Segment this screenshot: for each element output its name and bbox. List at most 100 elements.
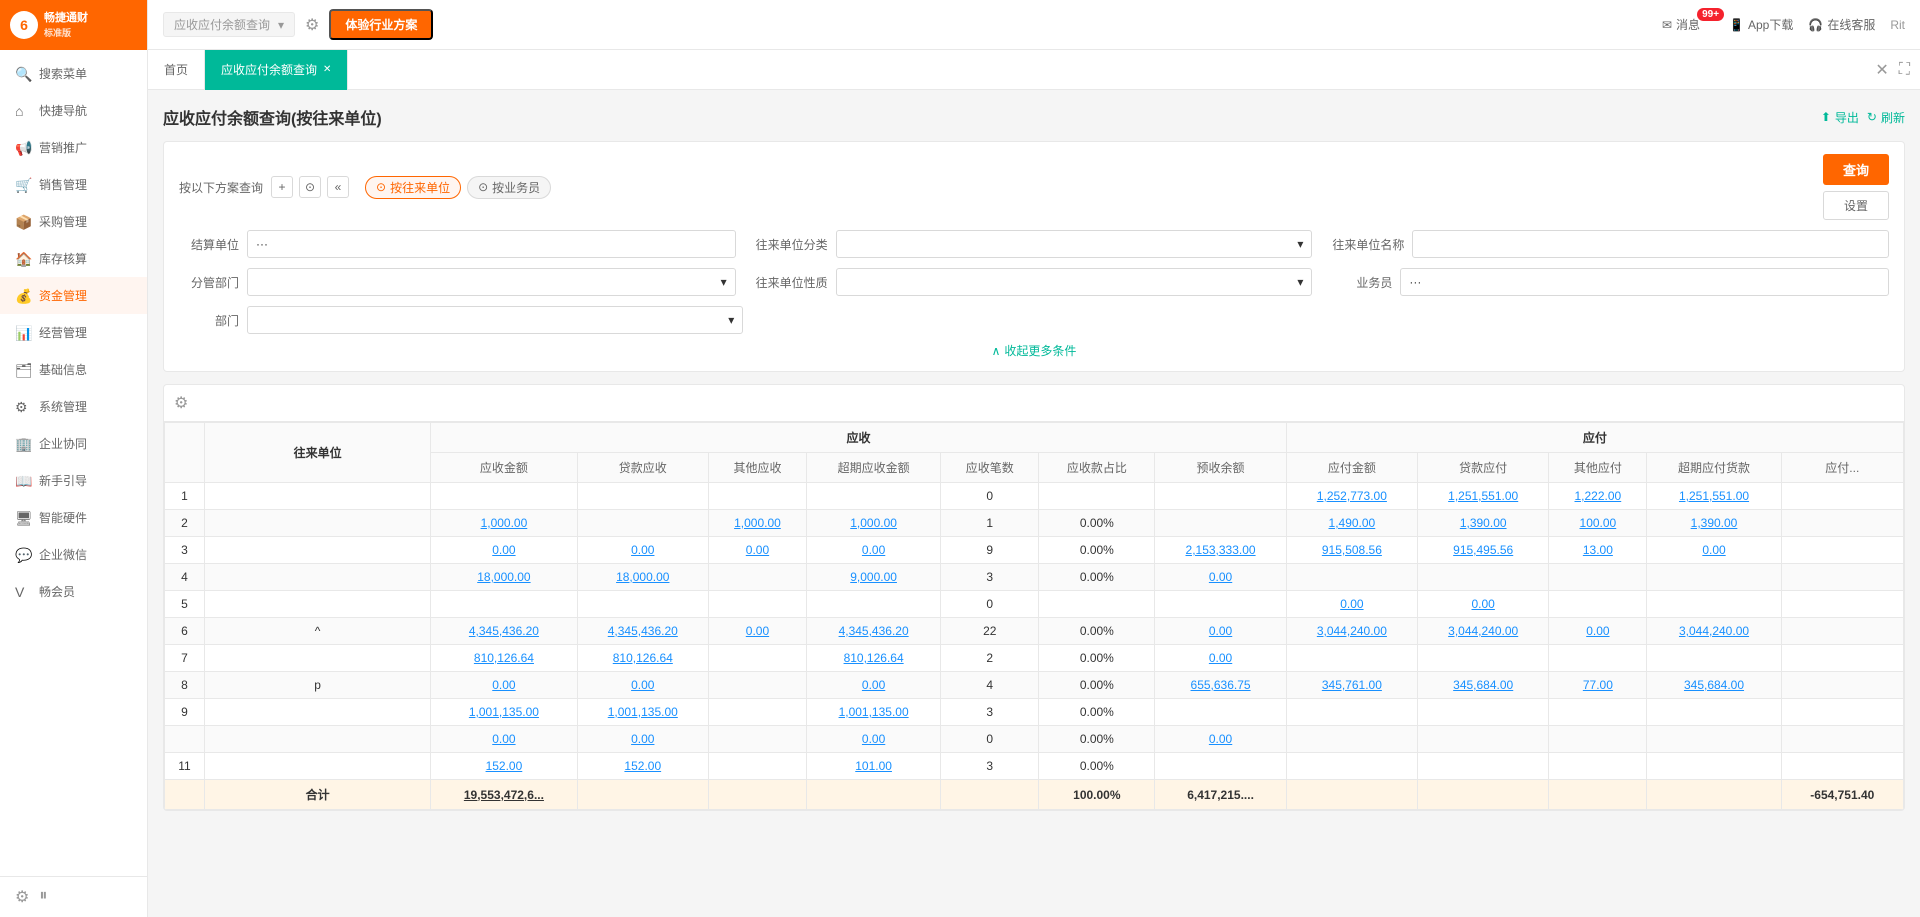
- data-table: 往来单位 应收 应付 应收金额 贷款应收 其他应收 超期应收金额 应收笔数 应收…: [164, 422, 1904, 810]
- cell-ap_overdue: [1647, 645, 1781, 672]
- sidebar-item-guide[interactable]: 📖 新手引导: [0, 462, 147, 499]
- cell-ar_other: [708, 753, 806, 780]
- cell-ar_amount: 0.00: [431, 726, 577, 753]
- dept-input[interactable]: ▾: [247, 268, 736, 296]
- cell-ap_amount: [1286, 645, 1417, 672]
- sidebar-menu: 🔍 搜索菜单 ⌂ 快捷导航 📢 营销推广 🛒 销售管理 📦 采购管理 🏠 库存核…: [0, 50, 147, 876]
- scheme-tag-salesman[interactable]: ⊙ 按业务员: [467, 176, 551, 199]
- scheme-label: 按以下方案查询: [179, 179, 263, 196]
- sidebar-item-basic[interactable]: 🗂 基础信息: [0, 351, 147, 388]
- app-download-button[interactable]: 📱 App下载: [1729, 16, 1793, 33]
- cell-ar_overdue: 101.00: [806, 753, 940, 780]
- cell-ap_overdue: 0.00: [1647, 537, 1781, 564]
- unit-category-input[interactable]: ▾: [836, 230, 1313, 258]
- cell-ap_overdue: 3,044,240.00: [1647, 618, 1781, 645]
- cell-unit: [205, 699, 431, 726]
- unit-nature-input[interactable]: ▾: [836, 268, 1313, 296]
- system-icon: ⚙: [15, 399, 31, 415]
- sidebar-item-purchase-label: 采购管理: [39, 213, 87, 230]
- tab-expand-icon[interactable]: ⛶: [1899, 61, 1910, 79]
- table-row: 91,001,135.001,001,135.001,001,135.0030.…: [165, 699, 1904, 726]
- cell-ap_overdue: [1647, 591, 1781, 618]
- sidebar-item-sales[interactable]: 🛒 销售管理: [0, 166, 147, 203]
- query-button[interactable]: 查询: [1823, 154, 1889, 185]
- sidebar-item-member-label: 畅会员: [39, 583, 75, 600]
- message-badge: 99+: [1697, 8, 1724, 21]
- gear-icon[interactable]: ⚙: [305, 15, 319, 35]
- cell-ar_other: [708, 672, 806, 699]
- scheme-tag-unit[interactable]: ⊙ 按往来单位: [365, 176, 461, 199]
- message-button[interactable]: ✉ 消息 99+: [1662, 16, 1714, 33]
- sidebar-settings-button[interactable]: ⚙: [15, 887, 29, 907]
- add-scheme-button[interactable]: +: [271, 176, 293, 198]
- sidebar-item-hardware[interactable]: 🖥 智能硬件: [0, 499, 147, 536]
- logo-icon: 6: [10, 11, 38, 39]
- sidebar-item-stock[interactable]: 🏠 库存核算: [0, 240, 147, 277]
- service-button[interactable]: 🎧 在线客服: [1808, 16, 1875, 33]
- unit-name-input[interactable]: [1412, 230, 1889, 258]
- collapse-button[interactable]: ∧ 收起更多条件: [179, 342, 1889, 359]
- cell-index: 4: [165, 564, 205, 591]
- tab-close-icon[interactable]: ✕: [323, 64, 331, 75]
- marketing-icon: 📢: [15, 140, 31, 156]
- sidebar-item-purchase[interactable]: 📦 采购管理: [0, 203, 147, 240]
- cell-ap_loan: 345,684.00: [1418, 672, 1549, 699]
- main-dept-input[interactable]: ▾: [247, 306, 743, 334]
- sidebar-item-search[interactable]: 🔍 搜索菜单: [0, 55, 147, 92]
- left-arrow-button[interactable]: «: [327, 176, 349, 198]
- user-avatar[interactable]: Rit: [1890, 18, 1905, 32]
- cell-ar_count: 4: [941, 672, 1039, 699]
- sidebar-item-operation[interactable]: 📊 经营管理: [0, 314, 147, 351]
- cell-ap_overdue: 345,684.00: [1647, 672, 1781, 699]
- sidebar-collapse-button[interactable]: ⏸: [39, 887, 47, 907]
- cell-ap_overdue: 1,390.00: [1647, 510, 1781, 537]
- th-ap-group: 应付: [1286, 423, 1903, 453]
- th-ar-amount: 应收金额: [431, 453, 577, 483]
- cell-ar_prepay: [1155, 753, 1286, 780]
- scheme-salesman-label: 按业务员: [492, 179, 540, 196]
- promo-button[interactable]: 体验行业方案: [329, 9, 433, 40]
- app-icon: 📱: [1729, 18, 1744, 32]
- cell-index: 7: [165, 645, 205, 672]
- footer-empty: [165, 780, 205, 810]
- filter-group-salesman: 业务员 ···: [1332, 268, 1889, 296]
- sidebar-item-enterprise[interactable]: 🏢 企业协同: [0, 425, 147, 462]
- setting-button[interactable]: 设置: [1823, 191, 1889, 220]
- cell-index: 1: [165, 483, 205, 510]
- sidebar-item-quick[interactable]: ⌂ 快捷导航: [0, 92, 147, 129]
- cell-ar_loan: 0.00: [577, 537, 708, 564]
- table-row: 0.000.000.0000.00%0.00: [165, 726, 1904, 753]
- cell-ap_loan: 0.00: [1418, 591, 1549, 618]
- sidebar-item-wechat[interactable]: 💬 企业微信: [0, 536, 147, 573]
- chevron-down-icon5: ▾: [728, 313, 734, 327]
- cell-ap_overdue: [1647, 699, 1781, 726]
- table-settings-icon[interactable]: ⚙: [174, 393, 188, 413]
- export-button[interactable]: ⬆ 导出: [1821, 109, 1859, 126]
- cell-ap_loan: [1418, 645, 1549, 672]
- cell-ar_loan: [577, 591, 708, 618]
- cell-ap_amount: [1286, 564, 1417, 591]
- sidebar-item-member[interactable]: V 畅会员: [0, 573, 147, 610]
- salesman-input[interactable]: ···: [1400, 268, 1889, 296]
- cell-ar_ratio: 0.00%: [1039, 726, 1155, 753]
- tab-close-all-icon[interactable]: ✕: [1875, 60, 1888, 80]
- sidebar-item-marketing[interactable]: 📢 营销推广: [0, 129, 147, 166]
- cell-ar_loan: 152.00: [577, 753, 708, 780]
- tab-home[interactable]: 首页: [148, 50, 205, 90]
- settlement-input[interactable]: ···: [247, 230, 736, 258]
- target-scheme-button[interactable]: ⊙: [299, 176, 321, 198]
- cell-ap_other: 0.00: [1549, 618, 1647, 645]
- sidebar-item-finance[interactable]: 💰 资金管理: [0, 277, 147, 314]
- cell-ap_more: [1781, 699, 1903, 726]
- cell-ar_count: 0: [941, 591, 1039, 618]
- sidebar-item-system[interactable]: ⚙ 系统管理: [0, 388, 147, 425]
- th-ar-prepay: 预收余额: [1155, 453, 1286, 483]
- table-scroll[interactable]: 往来单位 应收 应付 应收金额 贷款应收 其他应收 超期应收金额 应收笔数 应收…: [164, 422, 1904, 810]
- tab-arb[interactable]: 应收应付余额查询 ✕: [205, 50, 348, 90]
- table-toolbar: ⚙: [164, 385, 1904, 422]
- cell-index: 9: [165, 699, 205, 726]
- cell-unit: [205, 564, 431, 591]
- cell-ap_other: [1549, 699, 1647, 726]
- footer-ar-total: 19,553,472,6...: [431, 780, 577, 810]
- refresh-button[interactable]: ↻ 刷新: [1867, 109, 1905, 126]
